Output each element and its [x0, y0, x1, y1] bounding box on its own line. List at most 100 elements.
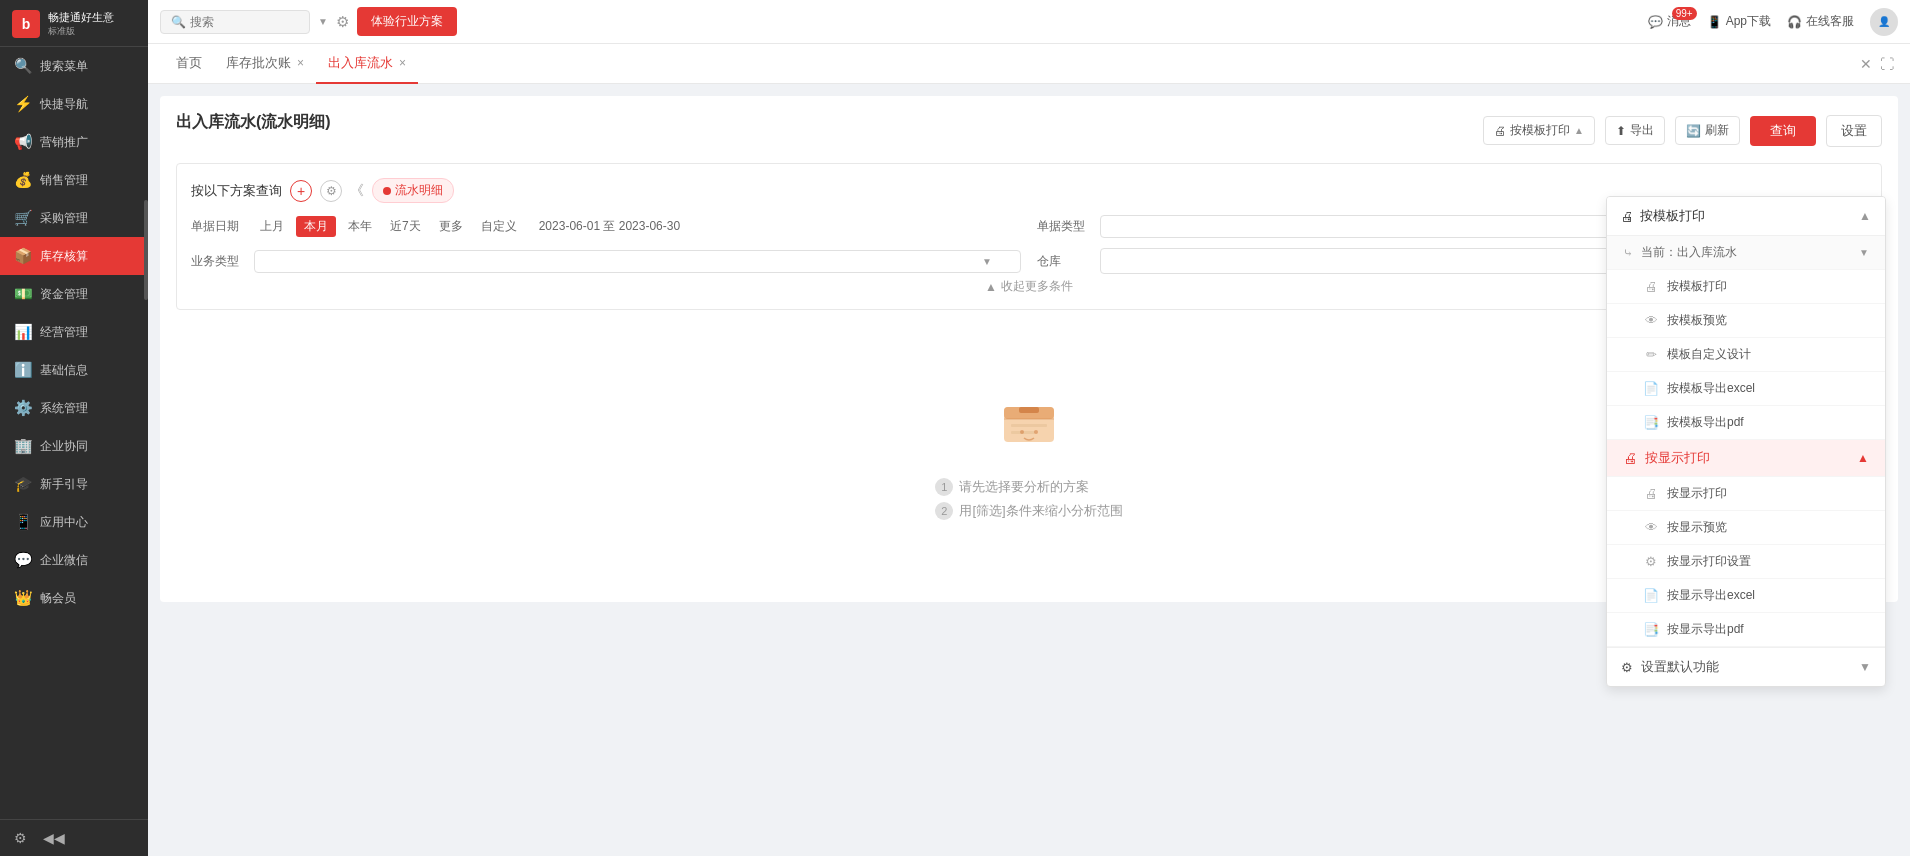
refresh-label: 刷新	[1705, 122, 1729, 139]
dropdown-header: 🖨 按模板打印 ▲	[1607, 197, 1885, 236]
search-input[interactable]	[190, 15, 300, 29]
sidebar-item-system[interactable]: ⚙️ 系统管理	[0, 389, 148, 427]
collapse-sidebar-icon[interactable]: ◀◀	[43, 830, 65, 846]
megaphone-icon: 📢	[14, 133, 32, 151]
print-button[interactable]: 🖨 按模板打印 ▲	[1483, 116, 1595, 145]
collapse-up-icon: ▲	[985, 280, 997, 294]
tab-flow-close[interactable]: ×	[399, 56, 406, 70]
filter-add-button[interactable]: +	[290, 180, 312, 202]
sidebar-item-search[interactable]: 🔍 搜索菜单	[0, 47, 148, 85]
sidebar-item-label: 应用中心	[40, 514, 88, 531]
sidebar-item-marketing[interactable]: 📢 营销推广	[0, 123, 148, 161]
sidebar-item-finance[interactable]: 💵 资金管理	[0, 275, 148, 313]
date-opt-7days[interactable]: 近7天	[384, 216, 427, 237]
sidebar-item-purchase[interactable]: 🛒 采购管理	[0, 199, 148, 237]
refresh-button[interactable]: 🔄 刷新	[1675, 116, 1740, 145]
dropdown-current-template[interactable]: ⤷ 当前：出入库流水 ▼	[1607, 236, 1885, 270]
headset-icon: 🎧	[1787, 15, 1802, 29]
tab-flow[interactable]: 出入库流水 ×	[316, 44, 418, 84]
filter-label: 按以下方案查询	[191, 182, 282, 200]
wallet-icon: 💵	[14, 285, 32, 303]
dropdown-item-display-print-settings[interactable]: ⚙ 按显示打印设置	[1607, 545, 1885, 579]
online-service-action[interactable]: 🎧 在线客服	[1787, 13, 1854, 30]
content-wrapper: 出入库流水(流水明细) 🖨 按模板打印 ▲ ⬆ 导出 🔄	[160, 96, 1898, 602]
print-chevron-icon: ▲	[1574, 125, 1584, 136]
page-header-row: 出入库流水(流水明细) 🖨 按模板打印 ▲ ⬆ 导出 🔄	[176, 112, 1882, 149]
collapse-label: 收起更多条件	[1001, 278, 1073, 295]
dropdown-item-template-preview[interactable]: 👁 按模板预览	[1607, 304, 1885, 338]
sidebar-item-inventory[interactable]: 📦 库存核算	[0, 237, 148, 275]
sidebar-item-appstore[interactable]: 📱 应用中心	[0, 503, 148, 541]
tab-home[interactable]: 首页	[164, 44, 214, 84]
date-opt-more[interactable]: 更多	[433, 216, 469, 237]
maximize-icon[interactable]: ⛶	[1880, 56, 1894, 72]
print-label: 按模板打印	[1510, 122, 1570, 139]
date-opt-this-month[interactable]: 本月	[296, 216, 336, 237]
date-opt-custom[interactable]: 自定义	[475, 216, 523, 237]
sidebar-item-sales[interactable]: 💰 销售管理	[0, 161, 148, 199]
current-chevron-icon: ▼	[1859, 247, 1869, 258]
query-button[interactable]: 查询	[1750, 116, 1816, 146]
sidebar-item-label: 新手引导	[40, 476, 88, 493]
date-range-value: 2023-06-01 至 2023-06-30	[539, 218, 680, 235]
settings-button[interactable]: 设置	[1826, 115, 1882, 147]
filter-collapse-icon[interactable]: 《	[350, 182, 364, 200]
user-avatar[interactable]: 👤	[1870, 8, 1898, 36]
dropdown-item-template-design[interactable]: ✏ 模板自定义设计	[1607, 338, 1885, 372]
dropdown-item-display-excel[interactable]: 📄 按显示导出excel	[1607, 579, 1885, 613]
template-print-label: 按模板打印	[1667, 278, 1727, 295]
info-icon: ℹ️	[14, 361, 32, 379]
dropdown-printer-icon: 🖨	[1621, 209, 1634, 224]
sidebar-item-operations[interactable]: 📊 经营管理	[0, 313, 148, 351]
settings-icon[interactable]: ⚙	[14, 830, 27, 846]
sidebar-item-quick-nav[interactable]: ⚡ 快捷导航	[0, 85, 148, 123]
header-actions: 💬 消息 99+ 📱 App下载 🎧 在线客服 👤	[1648, 8, 1898, 36]
filter-tag[interactable]: 流水明细	[372, 178, 454, 203]
filter-settings-button[interactable]: ⚙	[320, 180, 342, 202]
header-gear-icon[interactable]: ⚙	[336, 13, 349, 31]
export-button[interactable]: ⬆ 导出	[1605, 116, 1665, 145]
sidebar-item-basic[interactable]: ℹ️ 基础信息	[0, 351, 148, 389]
search-chevron-icon: ▼	[318, 16, 328, 27]
sidebar-item-enterprise[interactable]: 🏢 企业协同	[0, 427, 148, 465]
app-download-action[interactable]: 📱 App下载	[1707, 13, 1771, 30]
date-field: 单据日期 上月 本月 本年 近7天 更多 自定义 2023-06-01 至 20…	[191, 216, 1021, 237]
tab-home-label: 首页	[176, 54, 202, 72]
chat-icon: 💬	[14, 551, 32, 569]
chart-icon: 📊	[14, 323, 32, 341]
dropdown-title: 🖨 按模板打印	[1621, 207, 1705, 225]
display-print-item-label: 按显示打印	[1667, 485, 1727, 502]
message-badge: 99+	[1672, 7, 1697, 20]
dropdown-header-arrow[interactable]: ▲	[1859, 209, 1871, 223]
date-opt-this-year[interactable]: 本年	[342, 216, 378, 237]
sidebar-item-label: 营销推广	[40, 134, 88, 151]
collapse-button[interactable]: ▲ 收起更多条件	[985, 278, 1073, 295]
search-box[interactable]: 🔍	[160, 10, 310, 34]
svg-point-6	[1020, 430, 1024, 434]
dropdown-item-display-pdf[interactable]: 📑 按显示导出pdf	[1607, 613, 1885, 647]
dropdown-footer[interactable]: ⚙ 设置默认功能 ▼	[1607, 647, 1885, 686]
dropdown-item-template-excel[interactable]: 📄 按模板导出excel	[1607, 372, 1885, 406]
tab-batch-close[interactable]: ×	[297, 56, 304, 70]
dropdown-item-template-pdf[interactable]: 📑 按模板导出pdf	[1607, 406, 1885, 440]
tab-batch[interactable]: 库存批次账 ×	[214, 44, 316, 84]
sidebar-item-newbie[interactable]: 🎓 新手引导	[0, 465, 148, 503]
message-action[interactable]: 💬 消息 99+	[1648, 13, 1691, 30]
display-print-section[interactable]: 🖨 按显示打印 ▲	[1607, 440, 1885, 477]
footer-content: ⚙ 设置默认功能	[1621, 658, 1719, 676]
sidebar-item-member[interactable]: 👑 畅会员	[0, 579, 148, 617]
dropdown-item-display-preview[interactable]: 👁 按显示预览	[1607, 511, 1885, 545]
app-download-label: App下载	[1726, 13, 1771, 30]
top-header: 🔍 ▼ ⚙ 体验行业方案 💬 消息 99+ 📱 App下载 🎧 在线客服 👤	[148, 0, 1910, 44]
dropdown-item-template-print[interactable]: 🖨 按模板打印	[1607, 270, 1885, 304]
dropdown-item-display-print[interactable]: 🖨 按显示打印	[1607, 477, 1885, 511]
print-dropdown-panel: 🖨 按模板打印 ▲ ⤷ 当前：出入库流水 ▼ 🖨 按模板打印	[1606, 196, 1886, 687]
box-icon: 📦	[14, 247, 32, 265]
trial-button[interactable]: 体验行业方案	[357, 7, 457, 36]
close-window-icon[interactable]: ✕	[1860, 56, 1872, 72]
biz-type-select[interactable]: ▼	[254, 250, 1021, 273]
display-preview-label: 按显示预览	[1667, 519, 1727, 536]
date-opt-last-month[interactable]: 上月	[254, 216, 290, 237]
sidebar-item-wechat[interactable]: 💬 企业微信	[0, 541, 148, 579]
sidebar-item-label: 企业协同	[40, 438, 88, 455]
